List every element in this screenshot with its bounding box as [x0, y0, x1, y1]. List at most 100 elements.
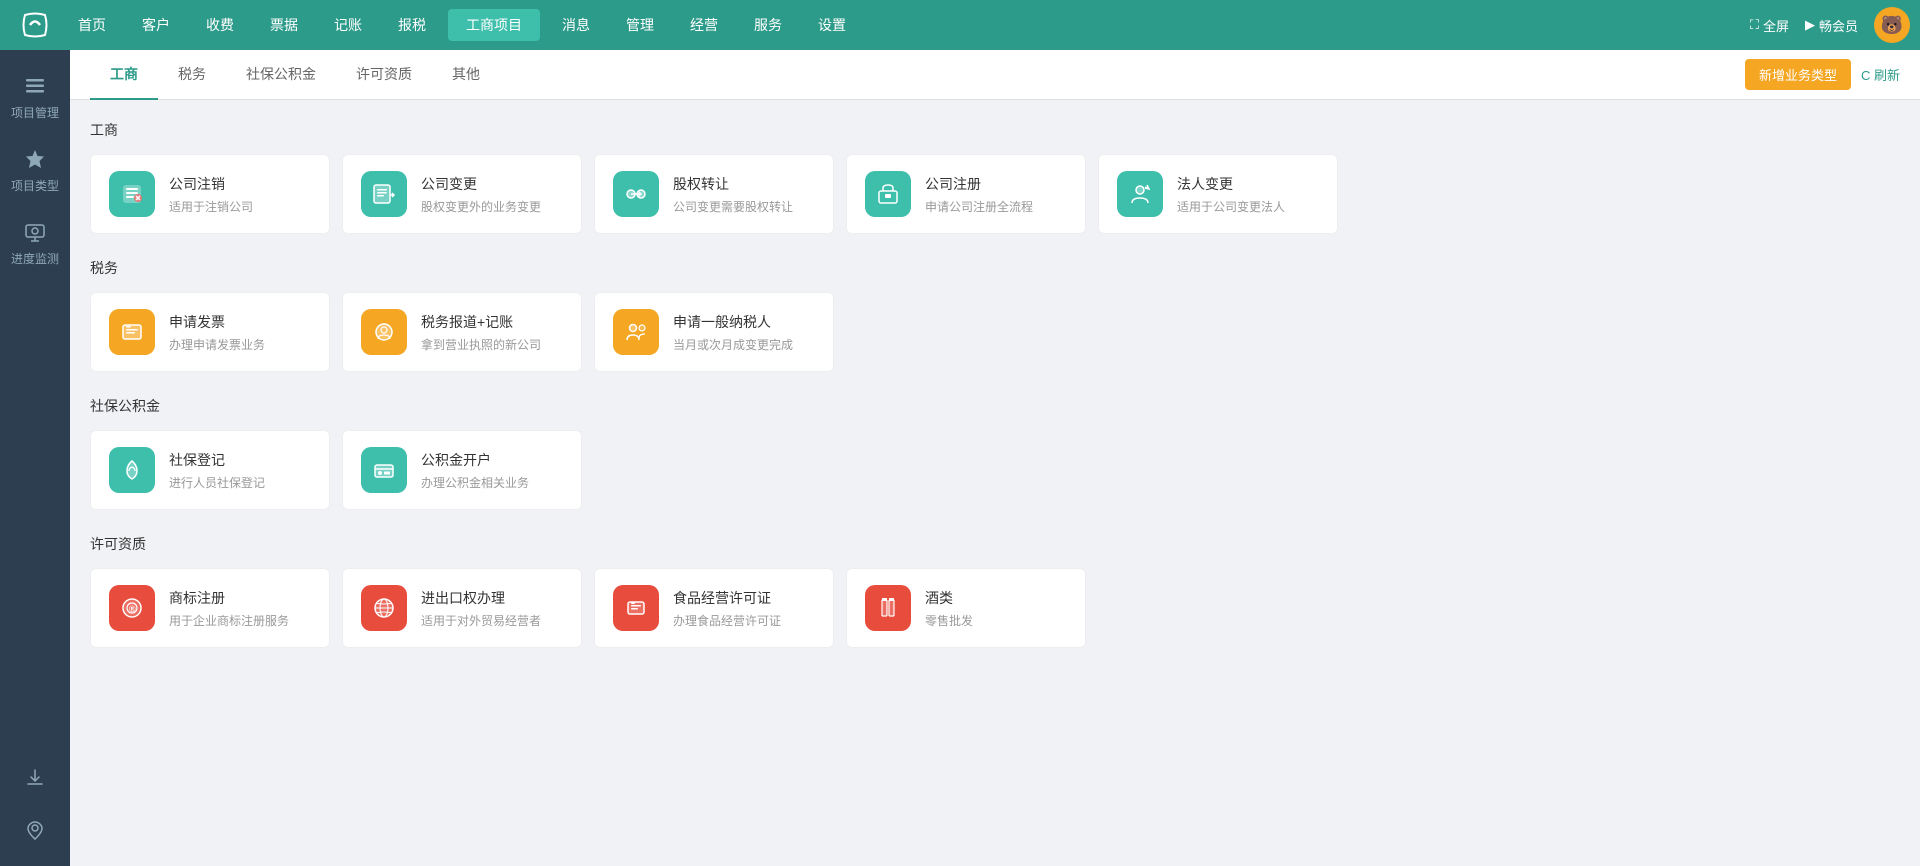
sidebar-label-project-manage: 项目管理 [11, 104, 59, 121]
sidebar-item-project-type[interactable]: 项目类型 [0, 133, 70, 206]
card-title-legal-change: 法人变更 [1177, 174, 1285, 194]
sidebar-label-project-type: 项目类型 [11, 177, 59, 194]
card-icon-fund-account [361, 447, 407, 493]
card-icon-tax-accounting [361, 309, 407, 355]
card-title-company-cancel: 公司注销 [169, 174, 253, 194]
nav-tax[interactable]: 报税 [380, 0, 444, 50]
nav-operation[interactable]: 经营 [672, 0, 736, 50]
fullscreen-button[interactable]: ⛶ 全屏 [1750, 16, 1789, 35]
tab-social-security[interactable]: 社保公积金 [226, 50, 336, 100]
section-title-tax: 税务 [90, 258, 1900, 278]
scroll-content: 工商 [70, 100, 1920, 866]
nav-fees[interactable]: 收费 [188, 0, 252, 50]
card-title-equity-transfer: 股权转让 [673, 174, 793, 194]
card-import-export[interactable]: 进出口权办理 适用于对外贸易经营者 [342, 568, 582, 648]
card-tax-accounting[interactable]: 税务报道+记账 拿到营业执照的新公司 [342, 292, 582, 372]
new-type-button[interactable]: 新增业务类型 [1745, 59, 1851, 90]
card-desc-alcohol: 零售批发 [925, 612, 973, 629]
cards-grid-social: 社保登记 进行人员社保登记 [90, 430, 1900, 510]
card-title-company-register: 公司注册 [925, 174, 1033, 194]
tab-license[interactable]: 许可资质 [336, 50, 432, 100]
fullscreen-icon: ⛶ [1750, 17, 1759, 33]
nav-accounting[interactable]: 记账 [316, 0, 380, 50]
nav-service[interactable]: 服务 [736, 0, 800, 50]
card-company-cancel[interactable]: 公司注销 适用于注销公司 [90, 154, 330, 234]
card-desc-tax-accounting: 拿到营业执照的新公司 [421, 336, 541, 353]
card-apply-invoice[interactable]: 申请发票 办理申请发票业务 [90, 292, 330, 372]
card-desc-company-register: 申请公司注册全流程 [925, 198, 1033, 215]
card-desc-trademark: 用于企业商标注册服务 [169, 612, 289, 629]
tab-bar: 工商 税务 社保公积金 许可资质 其他 新增业务类型 C 刷新 [70, 50, 1920, 100]
card-trademark[interactable]: ® 商标注册 用于企业商标注册服务 [90, 568, 330, 648]
nav-manage[interactable]: 管理 [608, 0, 672, 50]
card-text-social-register: 社保登记 进行人员社保登记 [169, 450, 265, 491]
card-icon-alcohol [865, 585, 911, 631]
vip-button[interactable]: ▶ 畅会员 [1805, 16, 1858, 35]
logo [10, 0, 60, 50]
card-general-taxpayer[interactable]: 申请一般纳税人 当月或次月成变更完成 [594, 292, 834, 372]
card-title-alcohol: 酒类 [925, 588, 973, 608]
card-text-legal-change: 法人变更 适用于公司变更法人 [1177, 174, 1285, 215]
nav-business[interactable]: 工商项目 [448, 9, 540, 41]
card-social-register[interactable]: 社保登记 进行人员社保登记 [90, 430, 330, 510]
card-title-food-license: 食品经营许可证 [673, 588, 781, 608]
card-fund-account[interactable]: 公积金开户 办理公积金相关业务 [342, 430, 582, 510]
nav-message[interactable]: 消息 [544, 0, 608, 50]
tab-other[interactable]: 其他 [432, 50, 500, 100]
card-legal-change[interactable]: 法人变更 适用于公司变更法人 [1098, 154, 1338, 234]
sidebar-download[interactable] [0, 752, 70, 804]
card-icon-trademark: ® [109, 585, 155, 631]
card-desc-fund-account: 办理公积金相关业务 [421, 474, 529, 491]
card-text-food-license: 食品经营许可证 办理食品经营许可证 [673, 588, 781, 629]
section-tax: 税务 申请发票 办理申请发票业 [90, 258, 1900, 372]
card-title-trademark: 商标注册 [169, 588, 289, 608]
sidebar-item-project-manage[interactable]: 项目管理 [0, 60, 70, 133]
card-text-company-register: 公司注册 申请公司注册全流程 [925, 174, 1033, 215]
tab-business[interactable]: 工商 [90, 50, 158, 100]
card-icon-legal-change [1117, 171, 1163, 217]
card-text-general-taxpayer: 申请一般纳税人 当月或次月成变更完成 [673, 312, 793, 353]
nav-bills[interactable]: 票据 [252, 0, 316, 50]
card-icon-import-export [361, 585, 407, 631]
card-food-license[interactable]: 食品经营许可证 办理食品经营许可证 [594, 568, 834, 648]
card-text-company-change: 公司变更 股权变更外的业务变更 [421, 174, 541, 215]
card-icon-general-taxpayer [613, 309, 659, 355]
cards-grid-license: ® 商标注册 用于企业商标注册服务 [90, 568, 1900, 648]
section-social: 社保公积金 社保登记 进行人员社保登记 [90, 396, 1900, 510]
card-text-company-cancel: 公司注销 适用于注销公司 [169, 174, 253, 215]
section-title-license: 许可资质 [90, 534, 1900, 554]
card-text-fund-account: 公积金开户 办理公积金相关业务 [421, 450, 529, 491]
card-icon-apply-invoice [109, 309, 155, 355]
card-title-social-register: 社保登记 [169, 450, 265, 470]
card-desc-company-change: 股权变更外的业务变更 [421, 198, 541, 215]
card-title-apply-invoice: 申请发票 [169, 312, 265, 332]
nav-customer[interactable]: 客户 [124, 0, 188, 50]
card-icon-company-cancel [109, 171, 155, 217]
list-icon [21, 72, 49, 100]
section-title-social: 社保公积金 [90, 396, 1900, 416]
section-title-business: 工商 [90, 120, 1900, 140]
card-title-general-taxpayer: 申请一般纳税人 [673, 312, 793, 332]
card-icon-food-license [613, 585, 659, 631]
nav-right-area: ⛶ 全屏 ▶ 畅会员 🐻 [1750, 7, 1910, 43]
nav-settings[interactable]: 设置 [800, 0, 864, 50]
svg-text:®: ® [129, 604, 136, 614]
card-desc-apply-invoice: 办理申请发票业务 [169, 336, 265, 353]
sidebar-location[interactable] [0, 804, 70, 856]
card-desc-social-register: 进行人员社保登记 [169, 474, 265, 491]
sidebar-item-progress[interactable]: 进度监测 [0, 206, 70, 279]
card-company-register[interactable]: 公司注册 申请公司注册全流程 [846, 154, 1086, 234]
card-company-change[interactable]: 公司变更 股权变更外的业务变更 [342, 154, 582, 234]
download-icon [21, 764, 49, 792]
card-desc-general-taxpayer: 当月或次月成变更完成 [673, 336, 793, 353]
vip-label: 畅会员 [1819, 16, 1858, 35]
star-icon [21, 145, 49, 173]
card-equity-transfer[interactable]: 股权转让 公司变更需要股权转让 [594, 154, 834, 234]
card-alcohol[interactable]: 酒类 零售批发 [846, 568, 1086, 648]
card-title-tax-accounting: 税务报道+记账 [421, 312, 541, 332]
refresh-button[interactable]: C 刷新 [1861, 65, 1900, 84]
nav-home[interactable]: 首页 [60, 0, 124, 50]
user-avatar[interactable]: 🐻 [1874, 7, 1910, 43]
card-icon-company-change [361, 171, 407, 217]
tab-tax[interactable]: 税务 [158, 50, 226, 100]
